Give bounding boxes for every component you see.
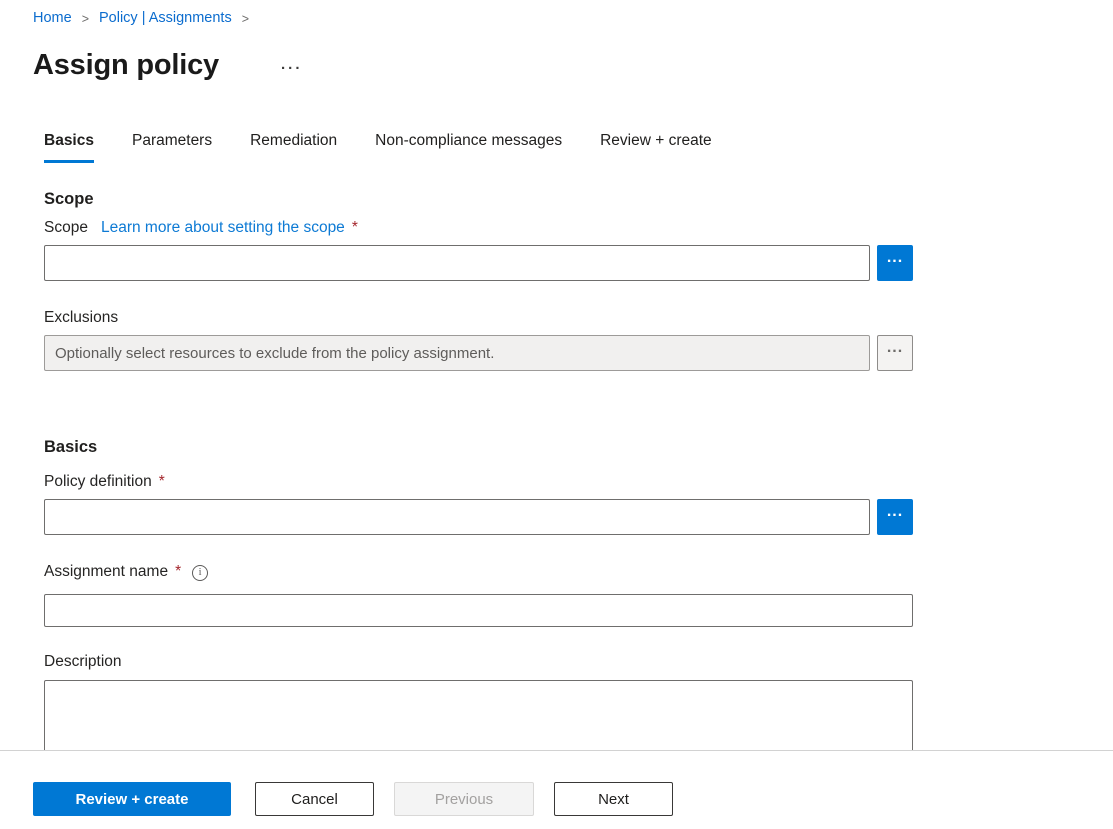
page-title: Assign policy (33, 49, 219, 82)
policy-definition-input[interactable] (44, 499, 870, 535)
breadcrumb-link-home[interactable]: Home (33, 10, 72, 26)
required-asterisk: * (352, 219, 358, 237)
next-button[interactable]: Next (554, 782, 673, 816)
tab-non-compliance-messages[interactable]: Non-compliance messages (375, 132, 562, 163)
tab-parameters[interactable]: Parameters (132, 132, 212, 163)
exclusions-input-row: ... (44, 335, 913, 371)
previous-button: Previous (394, 782, 534, 816)
description-label-row: Description (44, 653, 122, 671)
required-asterisk: * (175, 563, 181, 581)
ellipsis-icon: ... (887, 503, 903, 521)
scope-section-heading: Scope (44, 190, 94, 209)
required-asterisk: * (159, 473, 165, 491)
footer-divider (0, 750, 1113, 751)
assignment-name-input[interactable] (44, 594, 913, 627)
review-create-button[interactable]: Review + create (33, 782, 231, 816)
policy-definition-label: Policy definition (44, 473, 152, 491)
cancel-button[interactable]: Cancel (255, 782, 374, 816)
assign-policy-page: Home > Policy | Assignments > Assign pol… (0, 0, 1113, 829)
policy-definition-input-row: ... (44, 499, 913, 535)
policy-definition-label-row: Policy definition * (44, 473, 165, 491)
more-options-icon[interactable]: ... (281, 56, 303, 73)
learn-more-scope-link[interactable]: Learn more about setting the scope (101, 219, 345, 237)
exclusions-label: Exclusions (44, 309, 118, 327)
scope-input-row: ... (44, 245, 913, 281)
breadcrumb-link-policy-assignments[interactable]: Policy | Assignments (99, 10, 232, 26)
tab-basics[interactable]: Basics (44, 132, 94, 163)
scope-field-label-row: Scope Learn more about setting the scope… (44, 219, 358, 237)
tab-review-create[interactable]: Review + create (600, 132, 712, 163)
exclusions-browse-button: ... (877, 335, 913, 371)
assignment-name-label-row: Assignment name * i (44, 563, 208, 581)
scope-browse-button[interactable]: ... (877, 245, 913, 281)
basics-section-heading: Basics (44, 438, 97, 457)
exclusions-label-row: Exclusions (44, 309, 118, 327)
chevron-right-icon: > (242, 12, 249, 26)
description-label: Description (44, 653, 122, 671)
scope-label: Scope (44, 219, 88, 237)
description-textarea[interactable] (44, 680, 913, 751)
assignment-name-label: Assignment name (44, 563, 168, 581)
tab-remediation[interactable]: Remediation (250, 132, 337, 163)
ellipsis-icon: ... (887, 339, 903, 357)
breadcrumb: Home > Policy | Assignments > (33, 10, 259, 26)
wizard-tabs: Basics Parameters Remediation Non-compli… (44, 132, 750, 163)
assignment-name-input-row (44, 594, 913, 627)
exclusions-input (44, 335, 870, 371)
ellipsis-icon: ... (887, 249, 903, 267)
policy-definition-browse-button[interactable]: ... (877, 499, 913, 535)
chevron-right-icon: > (82, 12, 89, 26)
info-icon[interactable]: i (192, 565, 208, 581)
scope-input[interactable] (44, 245, 870, 281)
